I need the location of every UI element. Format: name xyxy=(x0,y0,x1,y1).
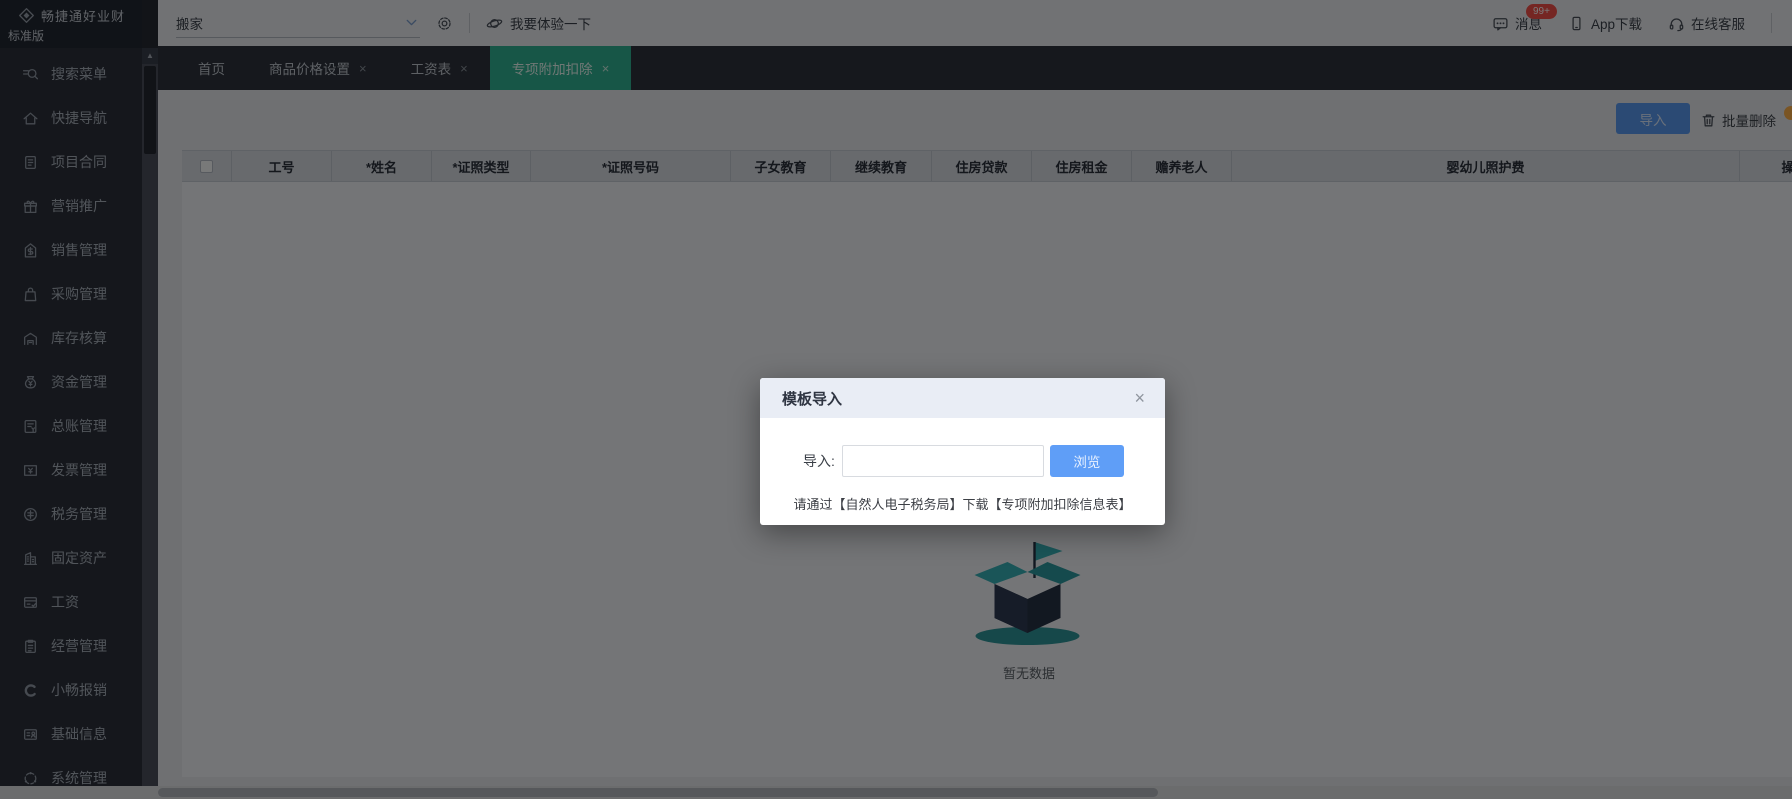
browse-button[interactable]: 浏览 xyxy=(1049,445,1124,477)
template-import-dialog: 模板导入 × 导入: 浏览 请通过【自然人电子税务局】下载【专项附加扣除信息表】 xyxy=(760,378,1165,525)
import-file-input[interactable] xyxy=(841,445,1044,477)
dialog-hint-text: 请通过【自然人电子税务局】下载【专项附加扣除信息表】 xyxy=(793,497,1132,512)
import-field-label: 导入: xyxy=(803,453,835,469)
dialog-title: 模板导入 xyxy=(782,390,843,408)
close-icon[interactable]: × xyxy=(1134,389,1145,407)
dialog-header: 模板导入 × xyxy=(760,378,1165,418)
